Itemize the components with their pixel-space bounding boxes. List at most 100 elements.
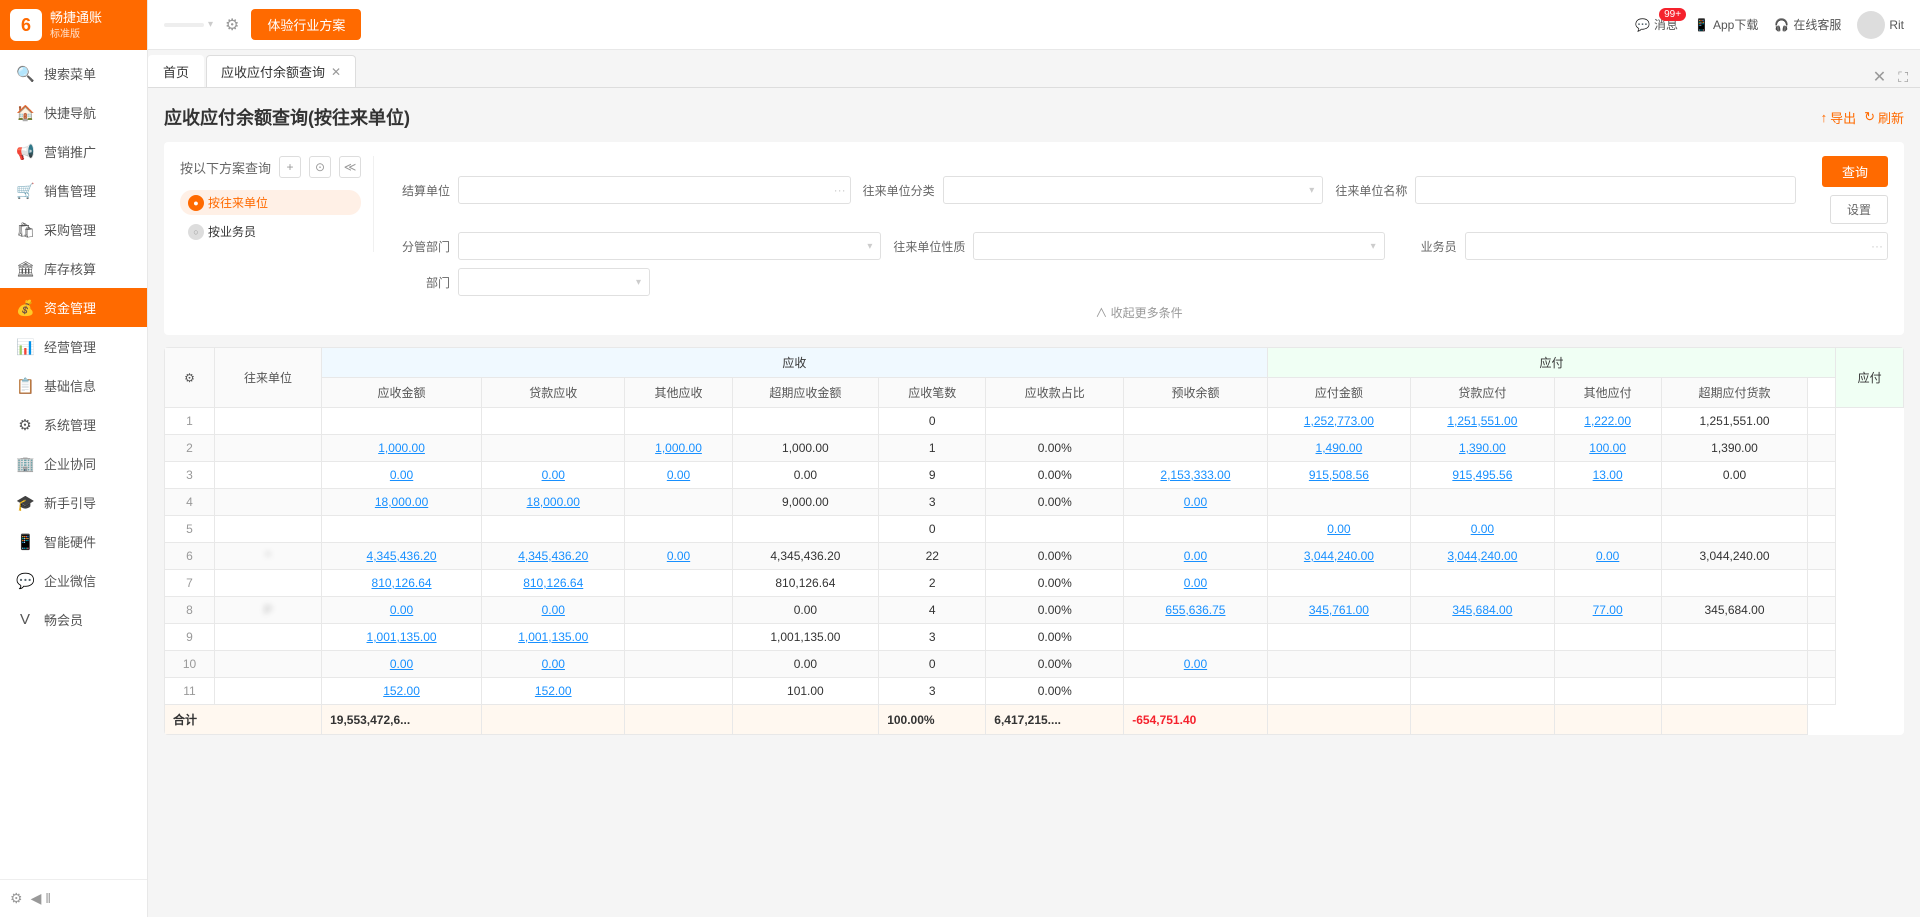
table-cell[interactable] <box>1554 651 1661 678</box>
footer-settings-icon[interactable]: ⚙ <box>10 890 23 907</box>
table-cell[interactable]: 0.00 <box>1124 543 1267 570</box>
table-cell[interactable]: 0.00 <box>1124 651 1267 678</box>
sidebar-item-system[interactable]: ⚙ 系统管理 <box>0 405 147 444</box>
filter-target-btn[interactable]: ⊙ <box>309 156 331 178</box>
dept-select[interactable]: ▾ <box>458 268 650 296</box>
table-cell[interactable]: 152.00 <box>322 678 482 705</box>
table-cell[interactable]: 0.00 <box>1267 516 1410 543</box>
table-cell[interactable]: 0.00 <box>625 543 732 570</box>
th-settings[interactable]: ⚙ <box>165 348 215 408</box>
table-cell[interactable] <box>482 408 625 435</box>
table-cell[interactable]: 152.00 <box>482 678 625 705</box>
table-cell[interactable]: 0.00 <box>1411 516 1554 543</box>
table-cell[interactable]: 100.00 <box>1554 435 1661 462</box>
table-cell[interactable]: 0.00 <box>482 462 625 489</box>
refresh-button[interactable]: ↻ 刷新 <box>1864 108 1904 127</box>
partner-category-select[interactable]: ▾ <box>943 176 1324 204</box>
dept-manager-select[interactable]: ▾ <box>458 232 881 260</box>
tab-home[interactable]: 首页 <box>148 55 204 87</box>
table-cell[interactable]: 345,761.00 <box>1267 597 1410 624</box>
table-cell[interactable] <box>1554 678 1661 705</box>
table-cell[interactable]: 0.00 <box>322 597 482 624</box>
table-cell[interactable]: 1,251,551.00 <box>1411 408 1554 435</box>
sidebar-item-corp[interactable]: 🏢 企业协同 <box>0 444 147 483</box>
cta-button[interactable]: 体验行业方案 <box>251 9 361 40</box>
table-cell[interactable]: 18,000.00 <box>482 489 625 516</box>
table-cell[interactable]: 1,001,135.00 <box>322 624 482 651</box>
table-cell[interactable]: 810,126.64 <box>482 570 625 597</box>
sidebar-item-smart[interactable]: 📱 智能硬件 <box>0 522 147 561</box>
partner-name-input[interactable] <box>1415 176 1796 204</box>
table-cell[interactable] <box>1124 435 1267 462</box>
table-cell[interactable]: 0.00 <box>482 651 625 678</box>
sidebar-item-quick[interactable]: 🏠 快捷导航 <box>0 93 147 132</box>
table-cell[interactable]: 0.00 <box>1554 543 1661 570</box>
table-cell[interactable]: 0.00 <box>1124 570 1267 597</box>
table-cell[interactable] <box>1411 624 1554 651</box>
table-cell[interactable]: 4,345,436.20 <box>322 543 482 570</box>
table-cell[interactable] <box>625 624 732 651</box>
filter-collapse-btn[interactable]: ≪ <box>339 156 361 178</box>
table-cell[interactable] <box>625 597 732 624</box>
settings-button[interactable]: 设置 <box>1830 195 1888 224</box>
sidebar-item-wechat[interactable]: 💬 企业微信 <box>0 561 147 600</box>
table-cell[interactable] <box>1411 570 1554 597</box>
table-cell[interactable] <box>1554 570 1661 597</box>
table-cell[interactable] <box>625 489 732 516</box>
topbar-gear-icon[interactable]: ⚙ <box>225 15 239 35</box>
table-cell[interactable] <box>1124 408 1267 435</box>
table-cell[interactable] <box>482 516 625 543</box>
table-cell[interactable] <box>482 435 625 462</box>
sidebar-item-basic[interactable]: 📋 基础信息 <box>0 366 147 405</box>
footer-ar-prepay[interactable]: 6,417,215.... <box>986 705 1124 735</box>
table-cell[interactable] <box>1554 489 1661 516</box>
filter-option-salesman[interactable]: ○ 按业务员 <box>180 219 361 244</box>
table-cell[interactable] <box>1267 678 1410 705</box>
collapse-button[interactable]: ∧ 收起更多条件 <box>1095 304 1182 321</box>
sidebar-item-sales[interactable]: 🛒 销售管理 <box>0 171 147 210</box>
sidebar-item-member[interactable]: V 畅会员 <box>0 600 147 639</box>
sidebar-item-operation[interactable]: 📊 经营管理 <box>0 327 147 366</box>
table-cell[interactable]: 1,001,135.00 <box>482 624 625 651</box>
footer-collapse-icon[interactable]: ◀ ‖ <box>31 890 51 907</box>
table-cell[interactable]: 1,252,773.00 <box>1267 408 1410 435</box>
table-cell[interactable] <box>625 516 732 543</box>
table-cell[interactable]: 810,126.64 <box>322 570 482 597</box>
table-cell[interactable] <box>1124 678 1267 705</box>
table-cell[interactable] <box>625 570 732 597</box>
table-cell[interactable]: 0.00 <box>625 462 732 489</box>
table-cell[interactable]: 77.00 <box>1554 597 1661 624</box>
sidebar-item-purchase[interactable]: 🛍 采购管理 <box>0 210 147 249</box>
table-cell[interactable]: 915,495.56 <box>1411 462 1554 489</box>
table-cell[interactable]: 1,490.00 <box>1267 435 1410 462</box>
table-cell[interactable]: 3,044,240.00 <box>1411 543 1554 570</box>
table-cell[interactable]: 0.00 <box>322 651 482 678</box>
table-cell[interactable] <box>1554 516 1661 543</box>
table-cell[interactable]: 655,636.75 <box>1124 597 1267 624</box>
messages-button[interactable]: 💬 消息 99+ <box>1635 16 1678 33</box>
online-service-button[interactable]: 🎧 在线客服 <box>1774 16 1841 33</box>
table-cell[interactable] <box>322 408 482 435</box>
table-cell[interactable] <box>625 651 732 678</box>
table-cell[interactable] <box>1411 489 1554 516</box>
table-cell[interactable] <box>1267 624 1410 651</box>
table-cell[interactable]: 1,222.00 <box>1554 408 1661 435</box>
partner-nature-select[interactable]: ▾ <box>973 232 1384 260</box>
query-button[interactable]: 查询 <box>1822 156 1888 187</box>
table-cell[interactable] <box>1267 570 1410 597</box>
export-button[interactable]: ↑ 导出 <box>1821 108 1857 127</box>
table-cell[interactable]: 915,508.56 <box>1267 462 1410 489</box>
app-download-button[interactable]: 📱 App下载 <box>1694 16 1758 33</box>
settlement-input[interactable]: ··· <box>458 176 851 204</box>
table-cell[interactable] <box>1411 651 1554 678</box>
table-cell[interactable]: 0.00 <box>482 597 625 624</box>
table-cell[interactable]: 3,044,240.00 <box>1267 543 1410 570</box>
table-cell[interactable]: 0.00 <box>322 462 482 489</box>
table-cell[interactable] <box>625 408 732 435</box>
table-cell[interactable]: 1,000.00 <box>322 435 482 462</box>
filter-option-partner[interactable]: ● 按往来单位 <box>180 190 361 215</box>
table-cell[interactable] <box>1411 678 1554 705</box>
table-cell[interactable] <box>1267 489 1410 516</box>
table-cell[interactable] <box>1124 624 1267 651</box>
table-cell[interactable]: 2,153,333.00 <box>1124 462 1267 489</box>
